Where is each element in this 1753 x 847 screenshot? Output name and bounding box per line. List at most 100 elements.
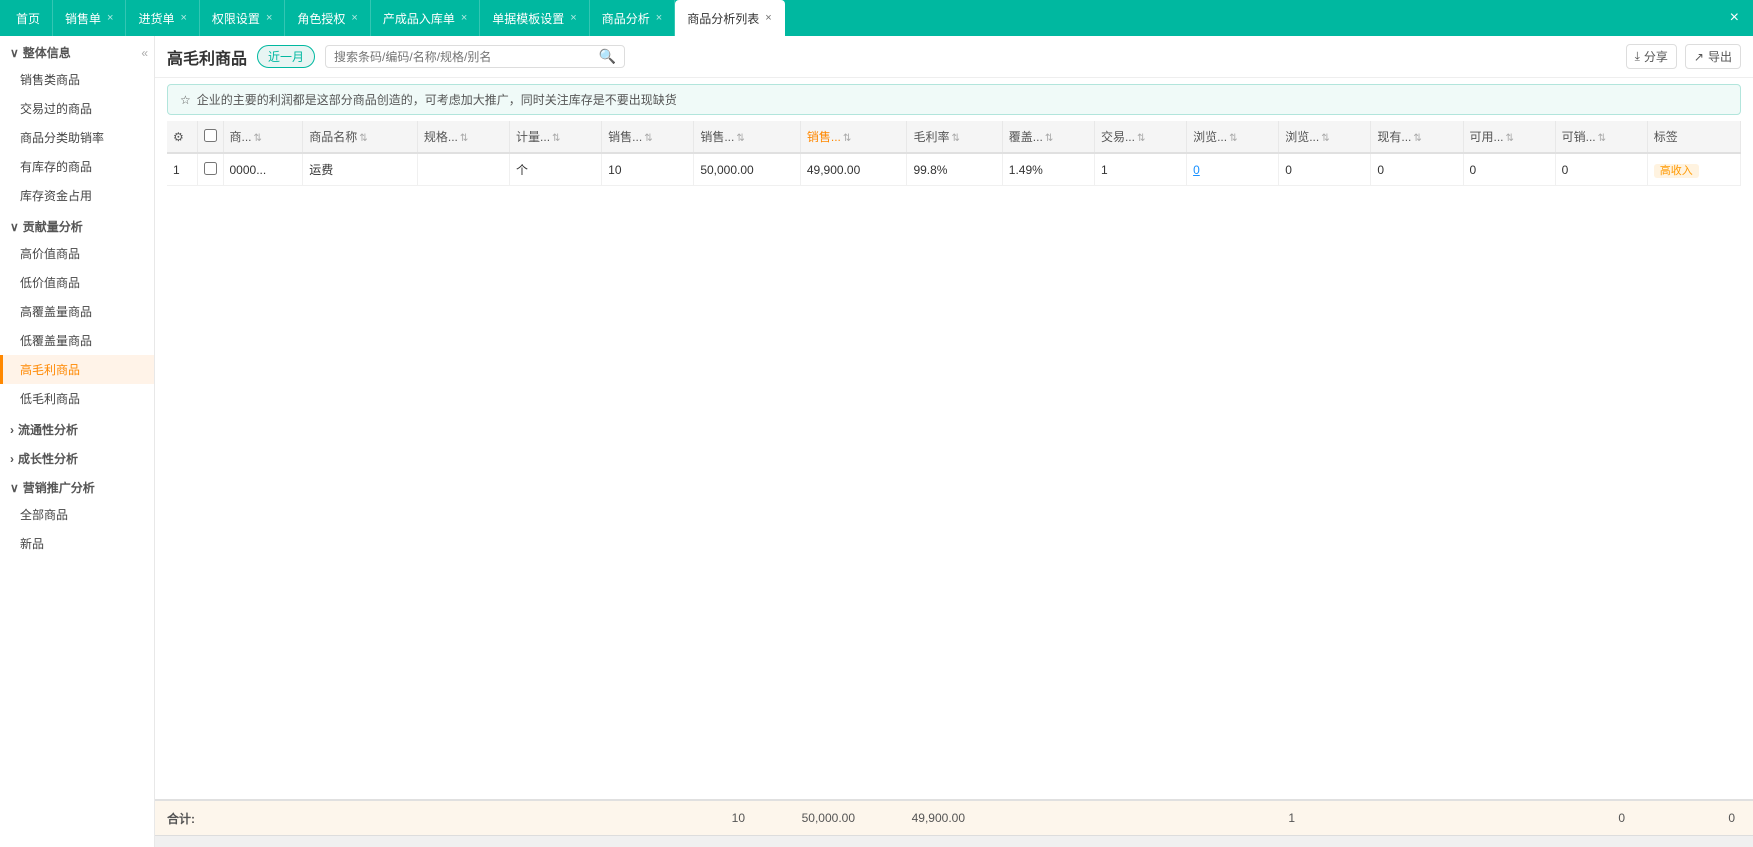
cell-unit: 个 <box>510 153 602 186</box>
col-available[interactable]: 可用...⇅ <box>1463 121 1555 153</box>
sidebar-group-contribution[interactable]: ∨ 贡献量分析 <box>0 210 154 239</box>
cell-browse1[interactable]: 0 <box>1187 153 1279 186</box>
footer-current: 0 <box>1545 811 1625 825</box>
close-icon[interactable]: × <box>351 12 357 24</box>
sort-icon: ⇅ <box>843 133 851 144</box>
sidebar-item-category-rate[interactable]: 商品分类助销率 <box>0 123 154 152</box>
col-coverage[interactable]: 覆盖...⇅ <box>1002 121 1094 153</box>
horizontal-scrollbar[interactable] <box>155 835 1753 847</box>
select-all-checkbox[interactable] <box>204 129 217 142</box>
sort-icon: ⇅ <box>736 133 744 144</box>
sidebar-collapse-button[interactable]: « <box>141 44 148 60</box>
sidebar-item-all-goods[interactable]: 全部商品 <box>0 500 154 529</box>
col-spec[interactable]: 规格...⇅ <box>417 121 509 153</box>
chevron-down-icon: ∨ <box>10 481 19 495</box>
search-input[interactable] <box>334 50 595 64</box>
page-title: 高毛利商品 <box>167 45 247 69</box>
col-browse1[interactable]: 浏览...⇅ <box>1187 121 1279 153</box>
info-icon: ☆ <box>180 93 191 107</box>
sort-icon: ⇅ <box>460 133 468 144</box>
cell-code: 0000... <box>223 153 303 186</box>
footer-trade: 1 <box>1215 811 1295 825</box>
col-checkbox[interactable] <box>197 121 223 153</box>
sidebar-item-in-stock[interactable]: 有库存的商品 <box>0 152 154 181</box>
col-trade[interactable]: 交易...⇅ <box>1094 121 1186 153</box>
filter-button[interactable]: 近一月 <box>257 45 315 68</box>
col-tag[interactable]: 标签 <box>1647 121 1740 153</box>
col-unit[interactable]: 计量...⇅ <box>510 121 602 153</box>
sidebar-item-sales-goods[interactable]: 销售类商品 <box>0 65 154 94</box>
col-sales1[interactable]: 销售...⇅ <box>602 121 694 153</box>
col-browse2[interactable]: 浏览...⇅ <box>1279 121 1371 153</box>
sidebar-group-marketing[interactable]: ∨ 营销推广分析 <box>0 471 154 500</box>
sidebar-item-low-coverage[interactable]: 低覆盖量商品 <box>0 326 154 355</box>
sidebar-item-high-coverage[interactable]: 高覆盖量商品 <box>0 297 154 326</box>
col-code[interactable]: 商...⇅ <box>223 121 303 153</box>
cell-index: 1 <box>167 153 197 186</box>
close-icon[interactable]: × <box>266 12 272 24</box>
nav-tab-template[interactable]: 单据模板设置 × <box>480 0 589 36</box>
row-checkbox[interactable] <box>204 162 217 175</box>
sidebar-group-liquidity[interactable]: › 流通性分析 <box>0 413 154 442</box>
nav-tab-permission[interactable]: 权限设置 × <box>200 0 285 36</box>
top-nav: 首页 销售单 × 进货单 × 权限设置 × 角色授权 × 产成品入库单 × 单据… <box>0 0 1753 36</box>
close-icon[interactable]: × <box>656 12 662 24</box>
cell-current: 0 <box>1371 153 1463 186</box>
cell-coverage: 1.49% <box>1002 153 1094 186</box>
action-buttons: ⤓ 分享 ↗ 导出 <box>1626 44 1741 69</box>
sort-icon: ⇅ <box>1045 133 1053 144</box>
share-button[interactable]: ⤓ 分享 <box>1626 44 1677 69</box>
nav-tab-purchase[interactable]: 进货单 × <box>126 0 199 36</box>
col-saleable[interactable]: 可销...⇅ <box>1555 121 1647 153</box>
close-icon[interactable]: × <box>461 12 467 24</box>
sidebar-group-overall[interactable]: ∨ 整体信息 <box>0 36 154 65</box>
data-table: ⚙ 商...⇅ 商品名称⇅ 规格...⇅ 计量...⇅ 销售...⇅ 销售...… <box>167 121 1741 186</box>
nav-tab-analysis[interactable]: 商品分析 × <box>590 0 675 36</box>
close-icon[interactable]: × <box>107 12 113 24</box>
col-sales3[interactable]: 销售...⇅ <box>800 121 907 153</box>
cell-checkbox[interactable] <box>197 153 223 186</box>
sidebar: « ∨ 整体信息 销售类商品 交易过的商品 商品分类助销率 有库存的商品 库存资… <box>0 36 155 847</box>
nav-tab-product-inbound[interactable]: 产成品入库单 × <box>371 0 480 36</box>
sidebar-item-high-value[interactable]: 高价值商品 <box>0 239 154 268</box>
col-name[interactable]: 商品名称⇅ <box>303 121 418 153</box>
cell-browse2: 0 <box>1279 153 1371 186</box>
nav-tab-analysis-list[interactable]: 商品分析列表 × <box>675 0 784 36</box>
close-all-button[interactable]: × <box>1720 9 1749 27</box>
sidebar-item-low-margin[interactable]: 低毛利商品 <box>0 384 154 413</box>
col-current[interactable]: 现有...⇅ <box>1371 121 1463 153</box>
sort-icon: ⇅ <box>1506 133 1514 144</box>
footer-label: 合计: <box>167 810 195 827</box>
table-row: 1 0000... 运费 个 10 50,000.00 49,900.00 99… <box>167 153 1741 186</box>
table-footer: 合计: 10 50,000.00 49,900.00 1 0 0 <box>155 799 1753 835</box>
chevron-down-icon: ∨ <box>10 220 19 234</box>
sort-icon: ⇅ <box>951 133 959 144</box>
sidebar-item-low-value[interactable]: 低价值商品 <box>0 268 154 297</box>
sidebar-group-growth[interactable]: › 成长性分析 <box>0 442 154 471</box>
export-button[interactable]: ↗ 导出 <box>1685 44 1741 69</box>
col-gross[interactable]: 毛利率⇅ <box>907 121 1002 153</box>
col-sales2[interactable]: 销售...⇅ <box>694 121 801 153</box>
chevron-down-icon: ∨ <box>10 46 19 60</box>
cell-spec <box>417 153 509 186</box>
footer-sales1: 10 <box>665 811 745 825</box>
main-layout: « ∨ 整体信息 销售类商品 交易过的商品 商品分类助销率 有库存的商品 库存资… <box>0 36 1753 847</box>
footer-available: 0 <box>1655 811 1735 825</box>
close-icon[interactable]: × <box>570 12 576 24</box>
info-banner: ☆ 企业的主要的利润都是这部分商品创造的，可考虑加大推广，同时关注库存是不要出现… <box>167 84 1741 115</box>
search-icon[interactable]: 🔍 <box>599 48 616 65</box>
nav-tab-sales[interactable]: 销售单 × <box>53 0 126 36</box>
sidebar-item-new-goods[interactable]: 新品 <box>0 529 154 558</box>
cell-name: 运费 <box>303 153 418 186</box>
close-icon[interactable]: × <box>765 12 771 24</box>
sidebar-item-stock-capital[interactable]: 库存资金占用 <box>0 181 154 210</box>
close-icon[interactable]: × <box>180 12 186 24</box>
col-settings[interactable]: ⚙ <box>167 121 197 153</box>
sidebar-item-traded-goods[interactable]: 交易过的商品 <box>0 94 154 123</box>
footer-sales3: 49,900.00 <box>885 811 965 825</box>
sidebar-item-high-margin[interactable]: 高毛利商品 <box>0 355 154 384</box>
nav-tab-home[interactable]: 首页 <box>4 0 53 36</box>
chevron-right-icon: › <box>10 423 14 437</box>
nav-tab-role[interactable]: 角色授权 × <box>285 0 370 36</box>
export-icon: ↗ <box>1694 50 1704 64</box>
